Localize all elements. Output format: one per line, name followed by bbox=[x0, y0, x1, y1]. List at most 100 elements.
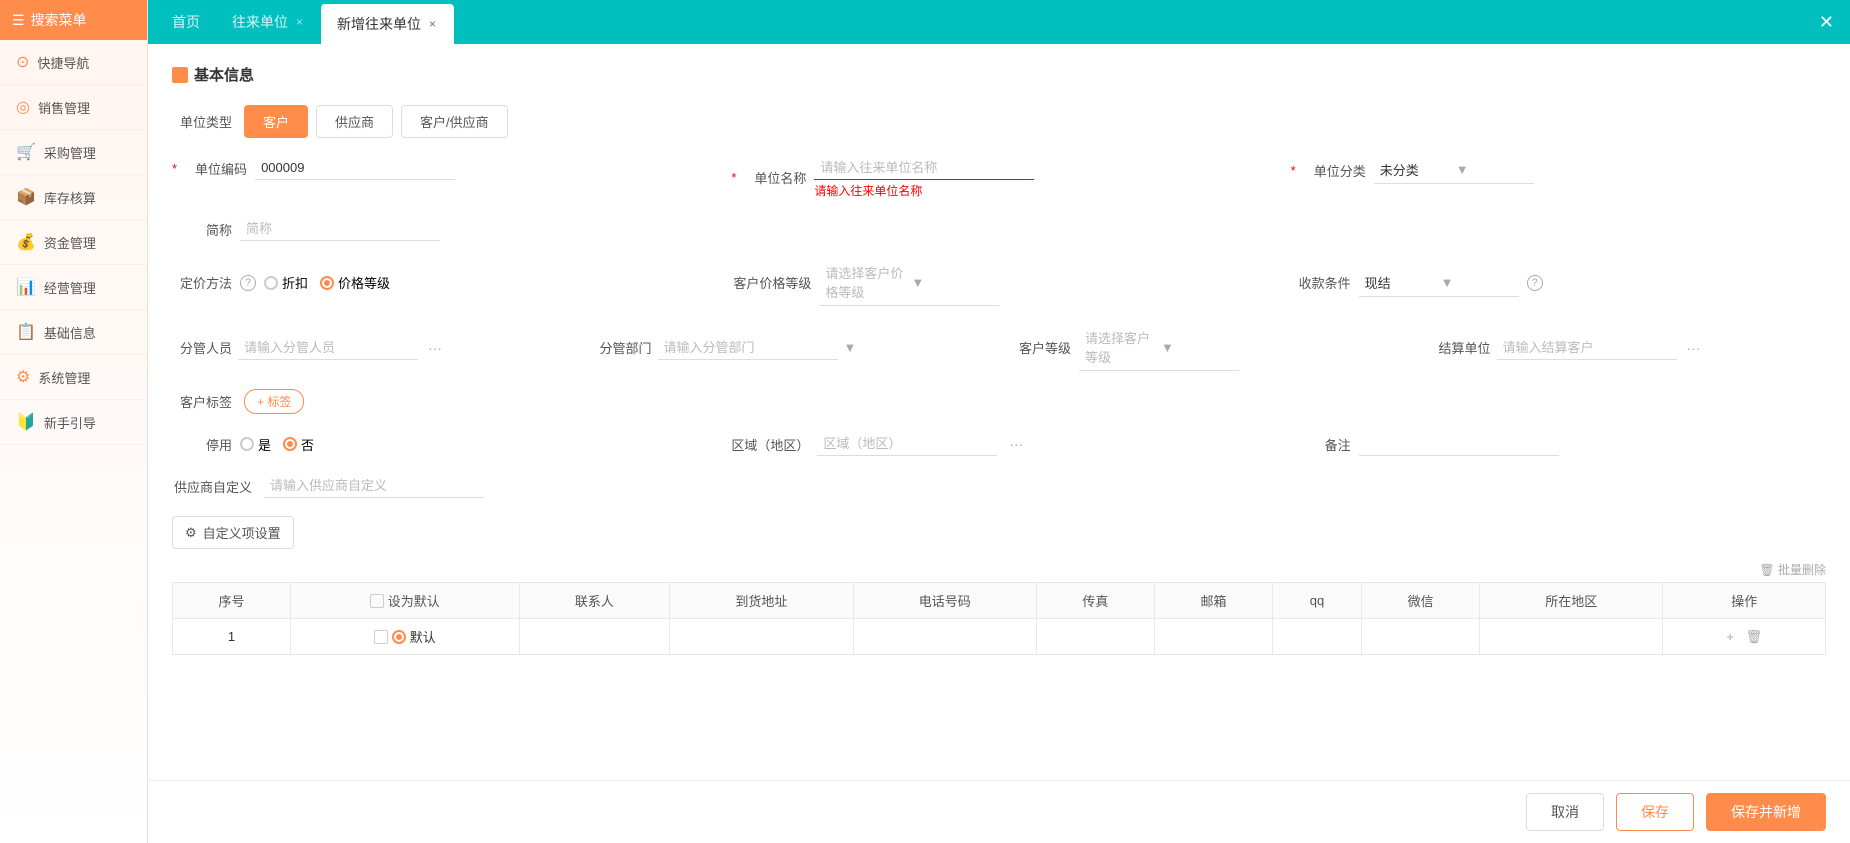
select-all-checkbox[interactable] bbox=[370, 594, 384, 608]
unit-category-required: * bbox=[1291, 163, 1296, 178]
row-default-label: 默认 bbox=[410, 627, 436, 646]
manager-row: 分管人员 ··· 分管部门 ▼ 客户等级 请选择客户等级 ▼ 结算单位 ··· bbox=[172, 324, 1826, 371]
tab-partners[interactable]: 往来单位 × bbox=[216, 0, 321, 44]
sidebar-item-label: 采购管理 bbox=[44, 143, 96, 162]
row-phone bbox=[853, 619, 1036, 655]
row-default-radio[interactable]: 默认 bbox=[392, 627, 436, 646]
batch-delete-icon: 🗑 bbox=[1759, 563, 1774, 577]
short-name-input[interactable] bbox=[240, 217, 440, 241]
operations-icon: 📊 bbox=[16, 277, 36, 297]
sales-icon: ◎ bbox=[16, 97, 30, 117]
payment-condition-value: 现结 bbox=[1365, 273, 1437, 292]
sidebar-item-operations[interactable]: 📊 经营管理 bbox=[0, 265, 147, 310]
unit-type-row: 单位类型 客户 供应商 客户/供应商 bbox=[172, 105, 1826, 138]
tab-home[interactable]: 首页 bbox=[156, 0, 216, 44]
supplier-custom-input[interactable] bbox=[264, 474, 484, 498]
batch-delete-btn[interactable]: 🗑 批量删除 bbox=[172, 561, 1826, 578]
sidebar-item-quick-nav[interactable]: ⊙ 快捷导航 bbox=[0, 40, 147, 85]
pricing-level-option[interactable]: 价格等级 bbox=[320, 273, 390, 292]
payment-condition-caret: ▼ bbox=[1441, 275, 1513, 290]
unit-type-supplier-btn[interactable]: 供应商 bbox=[316, 105, 393, 138]
sidebar-item-guide[interactable]: 🔰 新手引导 bbox=[0, 400, 147, 445]
unit-name-input[interactable] bbox=[814, 156, 1034, 180]
save-button[interactable]: 保存 bbox=[1616, 793, 1694, 831]
stop-use-radio-group: 是 否 bbox=[240, 435, 314, 454]
unit-name-error-msg: 请输入往来单位名称 bbox=[814, 182, 1034, 199]
gear-icon: ⚙ bbox=[185, 525, 197, 541]
row-wechat bbox=[1362, 619, 1480, 655]
unit-type-both-btn[interactable]: 客户/供应商 bbox=[401, 105, 508, 138]
sidebar-item-system[interactable]: ⚙ 系统管理 bbox=[0, 355, 147, 400]
unit-code-input[interactable] bbox=[255, 156, 455, 180]
pricing-level-radio bbox=[320, 276, 334, 290]
col-address: 到货地址 bbox=[670, 583, 853, 619]
manager-dots-btn[interactable]: ··· bbox=[424, 340, 446, 356]
custom-settings-btn[interactable]: ⚙ 自定义项设置 bbox=[172, 516, 294, 549]
col-action: 操作 bbox=[1663, 583, 1826, 619]
row-default-cell: 默认 bbox=[291, 619, 520, 655]
cancel-button[interactable]: 取消 bbox=[1526, 793, 1604, 831]
remark-label: 备注 bbox=[1291, 435, 1351, 454]
col-wechat: 微信 bbox=[1362, 583, 1480, 619]
unit-category-select[interactable]: 未分类 ▼ bbox=[1374, 156, 1534, 184]
department-input[interactable] bbox=[658, 336, 838, 360]
search-menu-btn[interactable]: ☰ 搜索菜单 bbox=[0, 0, 147, 40]
pricing-help-icon[interactable]: ? bbox=[240, 275, 256, 291]
pricing-row: 定价方法 ? 折扣 价格等级 客户价格等级 请选择客户价格等级 bbox=[172, 259, 1826, 306]
batch-delete-label: 批量删除 bbox=[1778, 563, 1826, 577]
stop-use-no-label: 否 bbox=[301, 435, 314, 454]
window-close-btn[interactable]: ✕ bbox=[1811, 12, 1842, 33]
unit-name-required: * bbox=[731, 170, 736, 185]
row-delete-btn[interactable]: 🗑 bbox=[1746, 629, 1763, 644]
area-dots-btn[interactable]: ··· bbox=[1005, 436, 1027, 452]
search-icon: ☰ bbox=[12, 12, 25, 29]
sidebar-item-label: 库存核算 bbox=[44, 188, 96, 207]
area-label: 区域（地区） bbox=[731, 435, 809, 454]
row-fax bbox=[1036, 619, 1154, 655]
purchase-icon: 🛒 bbox=[16, 142, 36, 162]
settlement-unit-input[interactable] bbox=[1497, 336, 1677, 360]
payment-condition-help-icon[interactable]: ? bbox=[1527, 275, 1543, 291]
area-group: 区域（地区） ··· bbox=[731, 432, 1266, 456]
tab-new-partner-close[interactable]: × bbox=[427, 17, 438, 31]
col-phone: 电话号码 bbox=[853, 583, 1036, 619]
customer-level-placeholder: 请选择客户等级 bbox=[1085, 328, 1157, 366]
tab-bar: 首页 往来单位 × 新增往来单位 × ✕ bbox=[148, 0, 1850, 44]
save-new-button[interactable]: 保存并新增 bbox=[1706, 793, 1826, 831]
row-checkbox[interactable] bbox=[374, 630, 388, 644]
tab-partners-label: 往来单位 bbox=[232, 12, 288, 32]
payment-condition-select[interactable]: 现结 ▼ bbox=[1359, 269, 1519, 297]
tab-partners-close[interactable]: × bbox=[294, 15, 305, 29]
sidebar-item-finance[interactable]: 💰 资金管理 bbox=[0, 220, 147, 265]
sidebar-item-label: 经营管理 bbox=[44, 278, 96, 297]
remark-input[interactable] bbox=[1359, 432, 1559, 456]
row-add-btn[interactable]: + bbox=[1726, 629, 1734, 644]
settlement-unit-dots-btn[interactable]: ··· bbox=[1683, 340, 1705, 356]
main-area: 首页 往来单位 × 新增往来单位 × ✕ 基本信息 单位类型 客户 供应商 客户… bbox=[148, 0, 1850, 843]
customer-level-group: 客户等级 请选择客户等级 ▼ bbox=[1011, 324, 1407, 371]
sidebar-item-basic-info[interactable]: 📋 基础信息 bbox=[0, 310, 147, 355]
unit-type-customer-btn[interactable]: 客户 bbox=[244, 105, 308, 138]
search-menu-label: 搜索菜单 bbox=[31, 10, 87, 30]
stop-use-no-option[interactable]: 否 bbox=[283, 435, 314, 454]
tab-new-partner[interactable]: 新增往来单位 × bbox=[321, 4, 454, 44]
customer-price-level-select[interactable]: 请选择客户价格等级 ▼ bbox=[819, 259, 999, 306]
add-tag-btn[interactable]: + 标签 bbox=[244, 389, 304, 414]
customer-level-select[interactable]: 请选择客户等级 ▼ bbox=[1079, 324, 1239, 371]
customer-price-level-caret: ▼ bbox=[911, 275, 993, 290]
row-address bbox=[670, 619, 853, 655]
pricing-level-label: 价格等级 bbox=[338, 273, 390, 292]
department-label: 分管部门 bbox=[592, 338, 652, 357]
sidebar-item-purchase[interactable]: 🛒 采购管理 bbox=[0, 130, 147, 175]
pricing-discount-radio bbox=[264, 276, 278, 290]
stop-use-yes-option[interactable]: 是 bbox=[240, 435, 271, 454]
unit-name-input-wrap: 请输入往来单位名称 bbox=[814, 156, 1034, 199]
section-title-text: 基本信息 bbox=[194, 64, 254, 85]
pricing-discount-option[interactable]: 折扣 bbox=[264, 273, 308, 292]
sidebar-item-sales[interactable]: ◎ 销售管理 bbox=[0, 85, 147, 130]
unit-name-label: 单位名称 bbox=[746, 168, 806, 187]
area-input[interactable] bbox=[817, 432, 997, 456]
manager-input[interactable] bbox=[238, 336, 418, 360]
sidebar-item-inventory[interactable]: 📦 库存核算 bbox=[0, 175, 147, 220]
col-qq: qq bbox=[1273, 583, 1362, 619]
